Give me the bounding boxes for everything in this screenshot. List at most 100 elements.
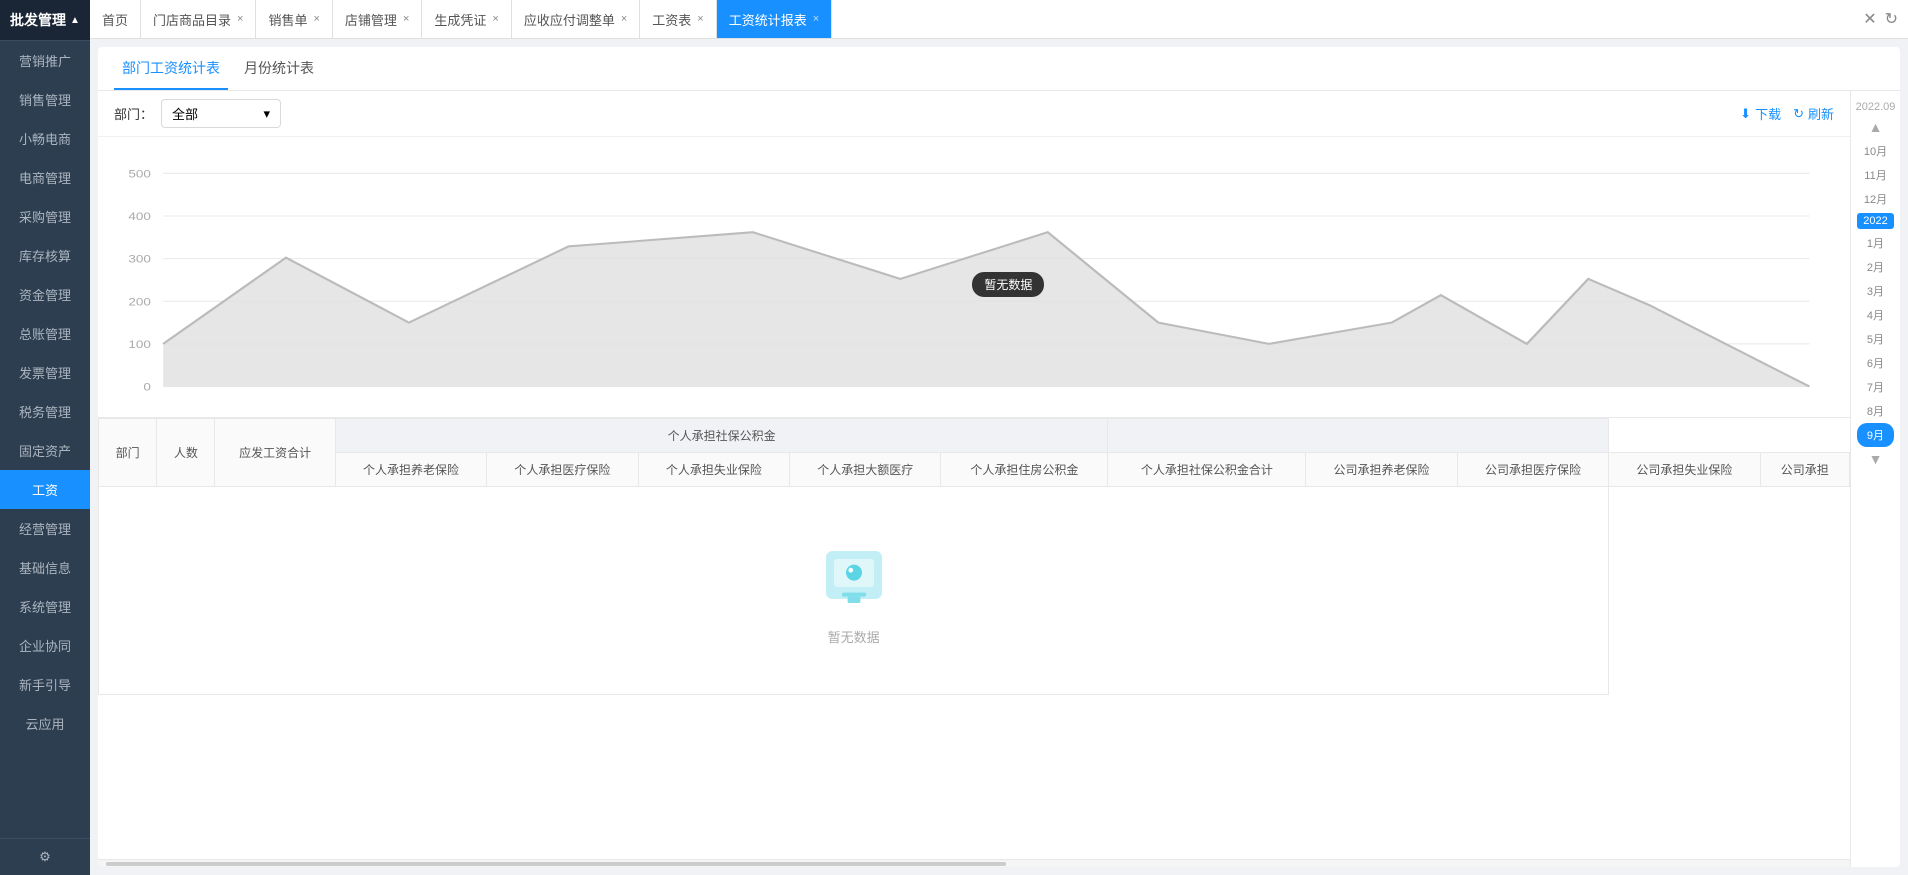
page-content: 部门工资统计表月份统计表 部门： 全部 ▾ ⬇ 下载 <box>98 47 1900 867</box>
tab-应收应付调整单[interactable]: 应收应付调整单× <box>512 0 640 38</box>
tab-生成凭证[interactable]: 生成凭证 × <box>422 0 511 38</box>
tab-close-icon[interactable]: × <box>813 13 819 25</box>
sidebar-header[interactable]: 批发管理 ▲ <box>0 0 90 41</box>
sub-tab-部门工资统计表[interactable]: 部门工资统计表 <box>114 48 228 90</box>
svg-text:0: 0 <box>143 381 151 394</box>
tab-工资统计报表[interactable]: 工资统计报表 × <box>717 0 832 38</box>
sidebar: 批发管理 ▲ 营销推广销售管理小畅电商电商管理采购管理库存核算资金管理总账管理发… <box>0 0 90 875</box>
col-公司承担医疗保险: 公司承担医疗保险 <box>1457 453 1608 487</box>
download-button[interactable]: ⬇ 下载 <box>1740 104 1781 123</box>
tab-close-icon[interactable]: × <box>313 13 319 25</box>
sub-tabs: 部门工资统计表月份统计表 <box>98 47 1900 91</box>
tab-销售单[interactable]: 销售单 × <box>256 0 332 38</box>
sidebar-item-税务管理[interactable]: 税务管理 <box>0 392 90 431</box>
dept-select[interactable]: 全部 ▾ <box>161 99 281 128</box>
tab-label: 门店商品目录 <box>153 10 231 29</box>
sidebar-item-库存核算[interactable]: 库存核算 <box>0 236 90 275</box>
download-label: 下载 <box>1755 104 1781 123</box>
tab-门店商品目录[interactable]: 门店商品目录 × <box>141 0 256 38</box>
col-个人承担大额医疗: 个人承担大额医疗 <box>790 453 941 487</box>
tab-首页[interactable]: 首页 <box>90 0 141 38</box>
timeline-up-nav[interactable]: ▲ <box>1865 115 1887 139</box>
sub-tab-月份统计表[interactable]: 月份统计表 <box>236 48 322 90</box>
sidebar-item-小畅电商[interactable]: 小畅电商 <box>0 119 90 158</box>
tab-label: 生成凭证 <box>434 10 486 29</box>
col-个人承担社保公积金合计: 个人承担社保公积金合计 <box>1108 453 1306 487</box>
svg-text:100: 100 <box>128 338 151 351</box>
chart-tooltip: 暂无数据 <box>972 272 1044 297</box>
year-label-text: 2022.09 <box>1856 101 1896 113</box>
sidebar-item-云应用[interactable]: 云应用 <box>0 704 90 743</box>
refresh-button[interactable]: ↻ 刷新 <box>1793 104 1834 123</box>
sidebar-item-企业协同[interactable]: 企业协同 <box>0 626 90 665</box>
sidebar-item-工资[interactable]: 工资 <box>0 470 90 509</box>
timeline-month-8月[interactable]: 8月 <box>1857 399 1893 423</box>
timeline-month-5月[interactable]: 5月 <box>1857 327 1893 351</box>
timeline-month-10月[interactable]: 10月 <box>1857 139 1893 163</box>
sidebar-item-固定资产[interactable]: 固定资产 <box>0 431 90 470</box>
sidebar-item-发票管理[interactable]: 发票管理 <box>0 353 90 392</box>
tab-close-icon[interactable]: × <box>403 13 409 25</box>
col-total-wage: 应发工资合计 <box>215 419 335 487</box>
col-公司承担养老保险: 公司承担养老保险 <box>1306 453 1457 487</box>
col-个人承担医疗保险: 个人承担医疗保险 <box>487 453 638 487</box>
tab-label: 工资统计报表 <box>729 10 807 29</box>
col-个人承担失业保险: 个人承担失业保险 <box>638 453 789 487</box>
sidebar-collapse-icon[interactable]: ▲ <box>70 15 80 26</box>
chart-container: 500 400 300 200 100 0 暂无数据 <box>114 153 1834 417</box>
col-group-personal: 个人承担社保公积金 <box>335 419 1108 453</box>
col-个人承担养老保险: 个人承担养老保险 <box>335 453 486 487</box>
sidebar-item-营销推广[interactable]: 营销推广 <box>0 41 90 80</box>
col-group-company <box>1108 419 1609 453</box>
sidebar-item-经营管理[interactable]: 经营管理 <box>0 509 90 548</box>
col-公司承担失业保险: 公司承担失业保险 <box>1609 453 1760 487</box>
sidebar-item-销售管理[interactable]: 销售管理 <box>0 80 90 119</box>
sidebar-item-资金管理[interactable]: 资金管理 <box>0 275 90 314</box>
timeline-month-4月[interactable]: 4月 <box>1857 303 1893 327</box>
empty-text: 暂无数据 <box>828 627 880 646</box>
tab-close-icon[interactable]: × <box>697 13 703 25</box>
sidebar-item-系统管理[interactable]: 系统管理 <box>0 587 90 626</box>
toolbar-actions: ⬇ 下载 ↻ 刷新 <box>1740 104 1834 123</box>
tab-label: 店铺管理 <box>345 10 397 29</box>
sidebar-item-新手引导[interactable]: 新手引导 <box>0 665 90 704</box>
empty-icon <box>814 535 894 615</box>
tab-close-icon[interactable]: × <box>621 13 627 25</box>
sidebar-item-总账管理[interactable]: 总账管理 <box>0 314 90 353</box>
timeline-month-1月[interactable]: 1月 <box>1857 231 1893 255</box>
download-icon: ⬇ <box>1740 106 1751 122</box>
timeline-sidebar: 2022.09 ▲ 10月11月12月 2022 1月2月3月4月5月6月7月8月9… <box>1850 91 1900 867</box>
sidebar-settings[interactable]: ⚙ <box>0 838 90 875</box>
tab-工资表[interactable]: 工资表 × <box>640 0 716 38</box>
svg-text:500: 500 <box>128 167 151 180</box>
tab-refresh-icon[interactable]: ↻ <box>1883 7 1900 31</box>
sidebar-item-电商管理[interactable]: 电商管理 <box>0 158 90 197</box>
refresh-icon: ↻ <box>1793 106 1804 122</box>
tab-close-icon[interactable]: ✕ <box>1861 7 1878 31</box>
tab-close-icon[interactable]: × <box>492 13 498 25</box>
timeline-month-11月[interactable]: 11月 <box>1857 163 1893 187</box>
tab-店铺管理[interactable]: 店铺管理 × <box>333 0 422 38</box>
timeline-down-nav[interactable]: ▼ <box>1865 447 1887 471</box>
timeline-month-12月[interactable]: 12月 <box>1857 187 1893 211</box>
timeline-month-2月[interactable]: 2月 <box>1857 255 1893 279</box>
sidebar-item-采购管理[interactable]: 采购管理 <box>0 197 90 236</box>
svg-text:400: 400 <box>128 210 151 223</box>
sidebar-item-基础信息[interactable]: 基础信息 <box>0 548 90 587</box>
svg-text:300: 300 <box>128 253 151 266</box>
tab-label: 销售单 <box>268 10 307 29</box>
col-公司承担: 公司承担 <box>1760 453 1849 487</box>
timeline-month-6月[interactable]: 6月 <box>1857 351 1893 375</box>
timeline-month-9月[interactable]: 9月 <box>1857 423 1893 447</box>
timeline-month-7月[interactable]: 7月 <box>1857 375 1893 399</box>
tab-label: 首页 <box>102 10 128 29</box>
svg-text:200: 200 <box>128 295 151 308</box>
col-count: 人数 <box>157 419 215 487</box>
timeline-year-label: 2022 <box>1857 213 1893 229</box>
table-wrapper[interactable]: 部门 人数 应发工资合计 个人承担社保公积金 个人承担养老保险个人承担医疗保险个… <box>98 417 1850 859</box>
refresh-label: 刷新 <box>1808 104 1834 123</box>
timeline-month-3月[interactable]: 3月 <box>1857 279 1893 303</box>
tab-close-icon[interactable]: × <box>237 13 243 25</box>
sidebar-title: 批发管理 <box>10 10 66 30</box>
tab-label: 工资表 <box>652 10 691 29</box>
